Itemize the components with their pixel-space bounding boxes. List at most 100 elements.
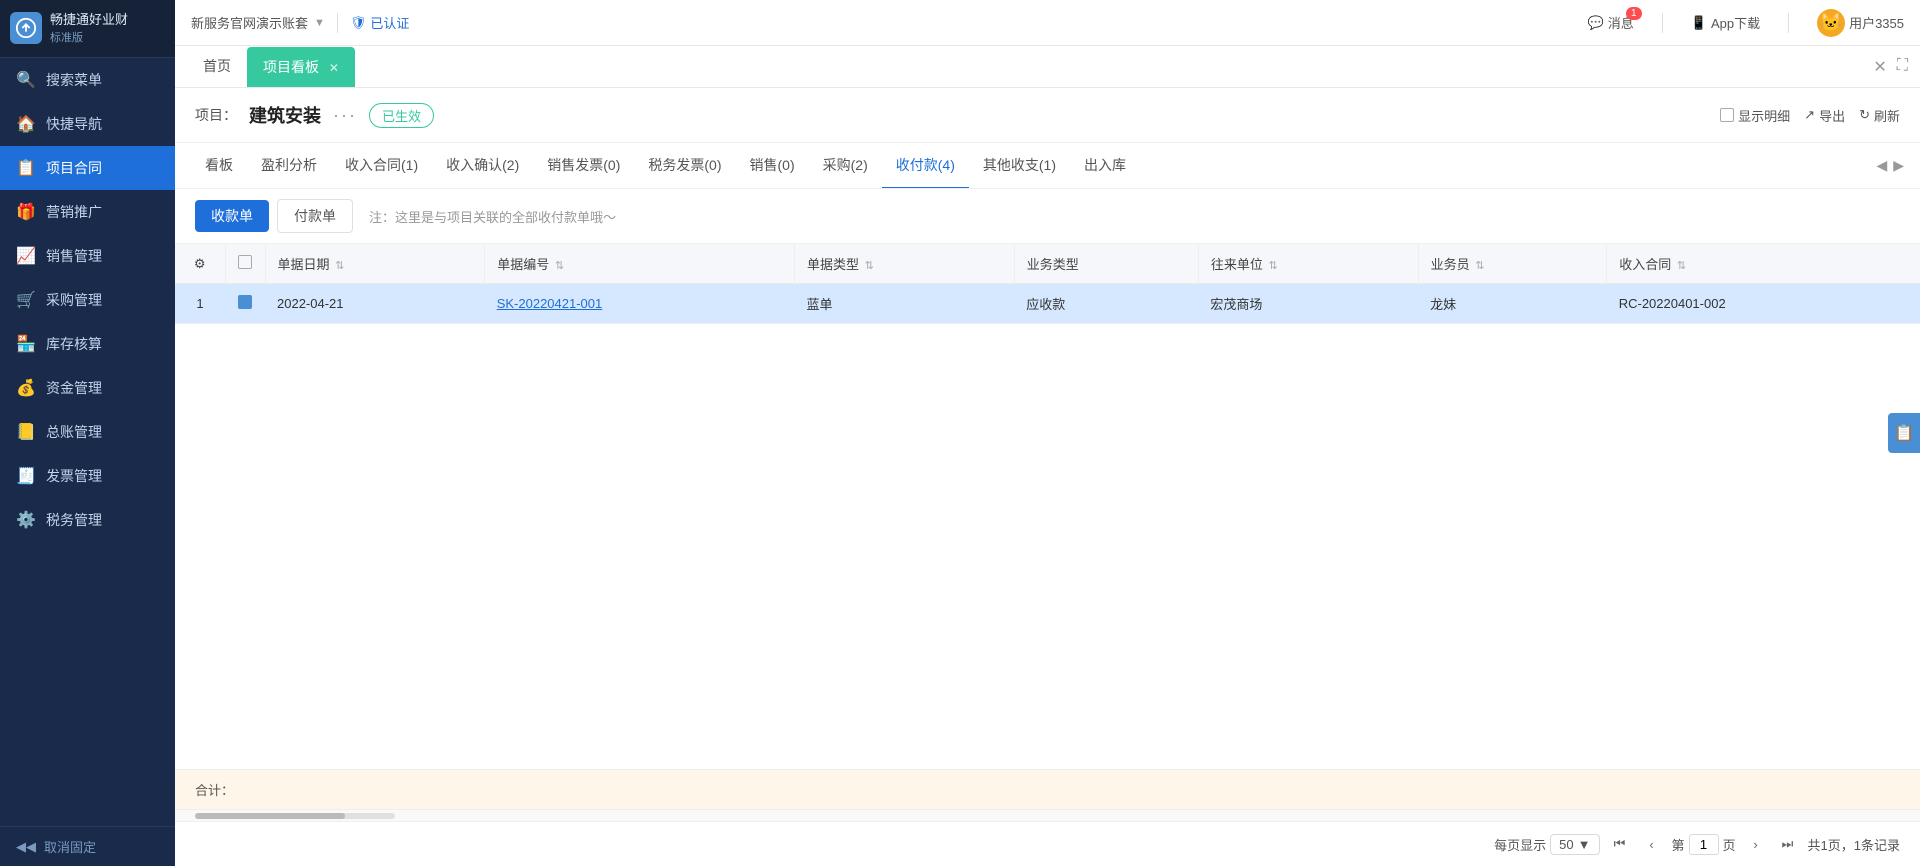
- page-size-dropdown[interactable]: 50 ▼: [1550, 834, 1599, 855]
- sidebar-item-inventory[interactable]: 🏪 库存核算: [0, 322, 175, 366]
- th-settings[interactable]: ⚙: [175, 244, 225, 284]
- project-label: 项目：: [195, 105, 237, 125]
- project-icon: 📋: [16, 158, 36, 178]
- account-selector[interactable]: 新服务官网演示账套 ▼: [191, 13, 325, 32]
- inner-tab-receipt-label: 收款单: [211, 208, 253, 224]
- subtab-other-income[interactable]: 其他收支(1): [969, 143, 1070, 189]
- tab-project-board[interactable]: 项目看板 ✕: [247, 47, 355, 87]
- th-partner[interactable]: 往来单位 ⇅: [1198, 244, 1418, 284]
- sidebar-item-search[interactable]: 🔍 搜索菜单: [0, 58, 175, 102]
- subtab-payment-label: 收付款(4): [896, 157, 955, 173]
- sidebar-item-purchase[interactable]: 🛒 采购管理: [0, 278, 175, 322]
- th-type[interactable]: 单据类型 ⇅: [795, 244, 1015, 284]
- tab-home-label: 首页: [203, 58, 231, 74]
- subtab-income-confirm[interactable]: 收入确认(2): [432, 143, 533, 189]
- subtab-purchase[interactable]: 采购(2): [809, 143, 882, 189]
- show-detail-toggle[interactable]: 显示明细: [1720, 106, 1790, 125]
- page-size-arrow: ▼: [1578, 837, 1591, 852]
- prev-page-button[interactable]: ‹: [1640, 832, 1664, 856]
- row-number[interactable]: SK-20220421-001: [485, 284, 795, 324]
- page-current: 第 页: [1672, 834, 1736, 855]
- sidebar-item-ledger[interactable]: 📒 总账管理: [0, 410, 175, 454]
- export-button[interactable]: ↗ 导出: [1804, 106, 1845, 125]
- sort-partner-icon: ⇅: [1269, 260, 1278, 272]
- subtab-stock-label: 出入库: [1084, 157, 1126, 173]
- inner-tab-receipt[interactable]: 收款单: [195, 200, 269, 232]
- row-income-contract: RC-20220401-002: [1607, 284, 1920, 324]
- sidebar-item-sales[interactable]: 📈 销售管理: [0, 234, 175, 278]
- sidebar-item-project-contract[interactable]: 📋 项目合同: [0, 146, 175, 190]
- row-number-link[interactable]: SK-20220421-001: [497, 296, 603, 311]
- horizontal-scrollbar[interactable]: [175, 809, 1920, 821]
- first-page-button[interactable]: ⏮: [1608, 832, 1632, 856]
- subtab-sales-invoice[interactable]: 销售发票(0): [533, 143, 634, 189]
- subtab-other-income-label: 其他收支(1): [983, 157, 1056, 173]
- sidebar-item-invoice[interactable]: 🧾 发票管理: [0, 454, 175, 498]
- app-edition: 标准版: [50, 29, 128, 45]
- message-button[interactable]: 💬 消息 1: [1588, 13, 1634, 32]
- sidebar-label-tax: 税务管理: [46, 510, 102, 530]
- export-icon: ↗: [1804, 107, 1815, 123]
- row-checkbox[interactable]: [225, 284, 265, 324]
- export-label: 导出: [1819, 106, 1845, 125]
- th-income-contract[interactable]: 收入合同 ⇅: [1607, 244, 1920, 284]
- show-detail-checkbox[interactable]: [1720, 108, 1734, 122]
- marketing-icon: 🎁: [16, 202, 36, 222]
- pagination: 每页显示 50 ▼ ⏮ ‹ 第 页 › ⏭: [175, 821, 1920, 866]
- sidebar-item-tax[interactable]: ⚙️ 税务管理: [0, 498, 175, 542]
- inner-tab-payment[interactable]: 付款单: [277, 199, 353, 233]
- subtab-sales-label: 销售(0): [750, 157, 795, 173]
- user-menu[interactable]: 🐱 用户3355: [1817, 9, 1904, 37]
- subtab-prev-icon[interactable]: ◀: [1876, 157, 1887, 174]
- subtab-sales[interactable]: 销售(0): [736, 143, 809, 189]
- maximize-window-button[interactable]: ⛶: [1897, 57, 1908, 77]
- more-options-button[interactable]: ···: [333, 105, 357, 126]
- refresh-label: 刷新: [1874, 106, 1900, 125]
- sidebar-item-quick-nav[interactable]: 🏠 快捷导航: [0, 102, 175, 146]
- prev-page-icon: ‹: [1649, 837, 1653, 852]
- subtab-payment[interactable]: 收付款(4): [882, 143, 969, 189]
- sidebar-item-marketing[interactable]: 🎁 营销推广: [0, 190, 175, 234]
- subtab-purchase-label: 采购(2): [823, 157, 868, 173]
- header-checkbox[interactable]: [238, 255, 252, 269]
- close-window-button[interactable]: ✕: [1873, 57, 1886, 77]
- th-date[interactable]: 单据日期 ⇅: [265, 244, 485, 284]
- subtab-next-icon[interactable]: ▶: [1893, 157, 1904, 174]
- th-salesman[interactable]: 业务员 ⇅: [1418, 244, 1607, 284]
- subtab-tax-invoice-label: 税务发票(0): [648, 157, 721, 173]
- scrollbar-thumb[interactable]: [195, 813, 345, 819]
- page-number-input[interactable]: [1689, 834, 1719, 855]
- sidebar-label-ledger: 总账管理: [46, 422, 102, 442]
- sidebar-item-capital[interactable]: 💰 资金管理: [0, 366, 175, 410]
- topbar-divider3: [1788, 13, 1789, 33]
- content-area: 项目： 建筑安装 ··· 已生效 显示明细 ↗ 导出 ↻ 刷新: [175, 88, 1920, 866]
- subtab-tax-invoice[interactable]: 税务发票(0): [634, 143, 735, 189]
- scrollbar-track: [195, 813, 395, 819]
- cancel-pin-button[interactable]: ◀◀ 取消固定: [0, 826, 175, 866]
- floating-action-button[interactable]: 📋: [1888, 413, 1920, 453]
- tab-home[interactable]: 首页: [187, 46, 247, 88]
- refresh-icon: ↻: [1859, 107, 1870, 123]
- th-number[interactable]: 单据编号 ⇅: [485, 244, 795, 284]
- table-row[interactable]: 1 2022-04-21 SK-20220421-001 蓝单 应收款 宏茂商场…: [175, 284, 1920, 324]
- subtab-stock[interactable]: 出入库: [1070, 143, 1140, 189]
- project-actions: 显示明细 ↗ 导出 ↻ 刷新: [1720, 106, 1900, 125]
- subtab-nav: ◀ ▶: [1876, 157, 1904, 174]
- shield-icon: 🛡: [350, 15, 367, 31]
- total-records: 共1页，1条记录: [1808, 835, 1900, 854]
- certified-label: 已认证: [370, 13, 409, 32]
- next-page-icon: ›: [1753, 837, 1757, 852]
- tabbar: 首页 项目看板 ✕ ✕ ⛶: [175, 46, 1920, 88]
- avatar: 🐱: [1817, 9, 1845, 37]
- sales-icon: 📈: [16, 246, 36, 266]
- last-page-button[interactable]: ⏭: [1776, 832, 1800, 856]
- inner-tab-note: 注：这里是与项目关联的全部收付款单哦～: [369, 207, 616, 226]
- app-download-button[interactable]: 📱 App下载: [1691, 13, 1760, 32]
- home-icon: 🏠: [16, 114, 36, 134]
- tab-close-icon[interactable]: ✕: [329, 61, 339, 75]
- refresh-button[interactable]: ↻ 刷新: [1859, 106, 1900, 125]
- next-page-button[interactable]: ›: [1744, 832, 1768, 856]
- subtab-profit[interactable]: 盈利分析: [247, 143, 331, 189]
- subtab-income-contract[interactable]: 收入合同(1): [331, 143, 432, 189]
- subtab-kanban[interactable]: 看板: [191, 143, 247, 189]
